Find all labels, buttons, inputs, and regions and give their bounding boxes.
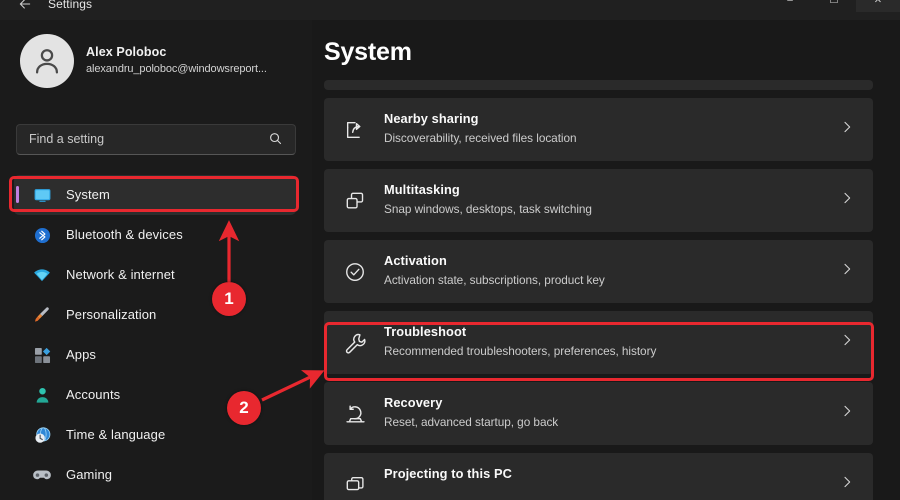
sidebar-item-label: Bluetooth & devices: [66, 215, 183, 255]
clock-globe-icon: [32, 425, 52, 445]
wifi-icon: [32, 265, 52, 285]
chevron-right-icon[interactable]: [839, 261, 857, 279]
sidebar-item-label: Gaming: [66, 455, 112, 495]
sidebar-nav: System Bluetooth & devices: [0, 175, 312, 495]
apps-grid-icon: [32, 345, 52, 365]
settings-row-partial-above[interactable]: [324, 80, 873, 90]
sidebar-item-system[interactable]: System: [14, 175, 296, 215]
sidebar-item-label: Accounts: [66, 375, 120, 415]
chevron-right-icon[interactable]: [839, 403, 857, 421]
windows-stack-icon: [342, 188, 368, 214]
sidebar-item-apps[interactable]: Apps: [14, 335, 296, 375]
sidebar-item-label: Time & language: [66, 415, 165, 455]
chevron-right-icon[interactable]: [839, 332, 857, 350]
settings-row-subtitle: Activation state, subscriptions, product…: [384, 273, 605, 287]
settings-row-recovery[interactable]: Recovery Reset, advanced startup, go bac…: [324, 382, 873, 445]
sidebar-item-label: Apps: [66, 335, 96, 375]
minimize-button[interactable]: –: [768, 0, 812, 12]
user-account-block[interactable]: Alex Poloboc alexandru_poloboc@windowsre…: [20, 34, 300, 90]
settings-list: Nearby sharing Discoverability, received…: [324, 80, 873, 500]
sidebar-item-personalization[interactable]: Personalization: [14, 295, 296, 335]
settings-row-title: Activation: [384, 253, 447, 268]
settings-row-multitasking[interactable]: Multitasking Snap windows, desktops, tas…: [324, 169, 873, 232]
search-icon[interactable]: [268, 131, 285, 148]
sidebar-item-label: System: [66, 175, 110, 215]
wrench-icon: [342, 330, 368, 356]
chevron-right-icon[interactable]: [839, 474, 857, 492]
settings-row-title: Nearby sharing: [384, 111, 479, 126]
chevron-right-icon[interactable]: [839, 119, 857, 137]
settings-window: Settings – ☐ ✕ Alex Poloboc alexandru_po…: [0, 0, 900, 500]
sidebar-item-label: Personalization: [66, 295, 156, 335]
title-bar: Settings – ☐ ✕: [0, 0, 900, 20]
account-icon: [32, 385, 52, 405]
search-input[interactable]: Find a setting: [16, 124, 296, 155]
settings-row-title: Projecting to this PC: [384, 466, 512, 481]
settings-row-troubleshoot[interactable]: Troubleshoot Recommended troubleshooters…: [324, 311, 873, 374]
bluetooth-icon: [32, 225, 52, 245]
user-email: alexandru_poloboc@windowsreport...: [86, 63, 267, 75]
user-name: Alex Poloboc: [86, 45, 166, 59]
content-pane: System Nearby sharing Discoverability, r…: [312, 20, 900, 500]
sidebar-item-time-language[interactable]: Time & language: [14, 415, 296, 455]
back-arrow-icon[interactable]: [14, 0, 36, 18]
project-screen-icon: [342, 472, 368, 498]
settings-row-title: Recovery: [384, 395, 442, 410]
window-controls: – ☐ ✕: [760, 0, 900, 12]
sidebar: Alex Poloboc alexandru_poloboc@windowsre…: [0, 20, 312, 500]
settings-row-subtitle: Reset, advanced startup, go back: [384, 415, 558, 429]
vertical-scrollbar[interactable]: [892, 20, 900, 500]
check-circle-icon: [342, 259, 368, 285]
monitor-icon: [32, 185, 52, 205]
sidebar-item-bluetooth-devices[interactable]: Bluetooth & devices: [14, 215, 296, 255]
selected-indicator: [16, 186, 19, 203]
sidebar-item-network-internet[interactable]: Network & internet: [14, 255, 296, 295]
share-icon: [342, 117, 368, 143]
settings-row-subtitle: Snap windows, desktops, task switching: [384, 202, 592, 216]
avatar: [20, 34, 74, 88]
settings-row-nearby-sharing[interactable]: Nearby sharing Discoverability, received…: [324, 98, 873, 161]
paintbrush-icon: [32, 305, 52, 325]
settings-row-title: Multitasking: [384, 182, 460, 197]
chevron-right-icon[interactable]: [839, 190, 857, 208]
settings-row-subtitle: Discoverability, received files location: [384, 131, 577, 145]
settings-row-subtitle: Recommended troubleshooters, preferences…: [384, 344, 656, 358]
gamepad-icon: [32, 465, 52, 485]
window-title: Settings: [48, 0, 92, 14]
search-placeholder: Find a setting: [29, 125, 104, 154]
page-title: System: [324, 38, 412, 67]
maximize-button[interactable]: ☐: [812, 0, 856, 12]
sidebar-item-gaming[interactable]: Gaming: [14, 455, 296, 495]
settings-row-activation[interactable]: Activation Activation state, subscriptio…: [324, 240, 873, 303]
close-button[interactable]: ✕: [856, 0, 900, 12]
recovery-icon: [342, 401, 368, 427]
sidebar-item-accounts[interactable]: Accounts: [14, 375, 296, 415]
settings-row-title: Troubleshoot: [384, 324, 466, 339]
settings-row-projecting-to-this-pc[interactable]: Projecting to this PC: [324, 453, 873, 500]
sidebar-item-label: Network & internet: [66, 255, 175, 295]
